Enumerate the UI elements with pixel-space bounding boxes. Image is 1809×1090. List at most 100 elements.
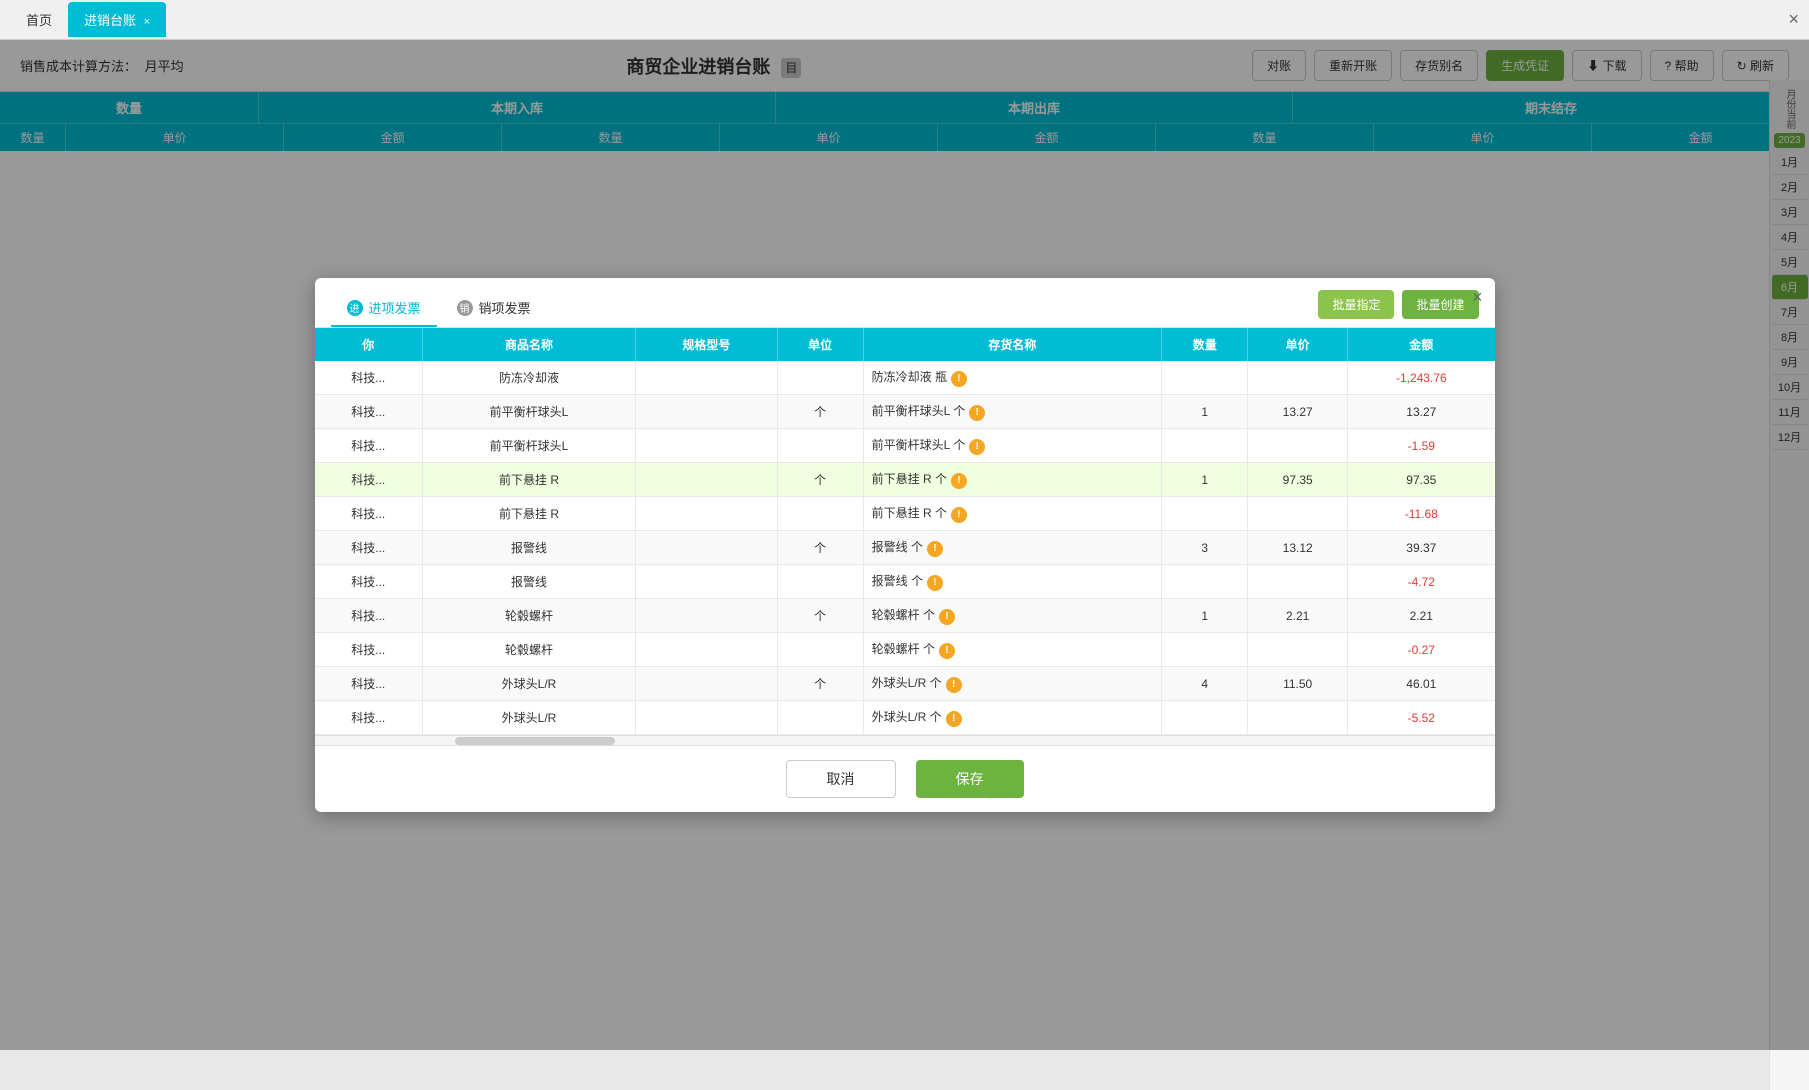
cell-spec [635,667,777,701]
col-header-unit: 单位 [777,328,863,361]
table-row: 科技...外球头L/R外球头L/R 个!-5.52 [315,701,1495,735]
table-row: 科技...防冻冷却液防冻冷却液 瓶!-1,243.76 [315,361,1495,395]
cell-inventory: 前平衡杆球头L 个! [863,395,1162,429]
horizontal-scrollbar[interactable] [315,735,1495,745]
col-header-qty: 数量 [1162,328,1248,361]
cell-qty [1162,565,1248,599]
outbound-invoice-icon: 销 [457,300,473,316]
dialog-header-actions: 批量指定 批量创建 [1318,290,1478,327]
warning-icon: ! [946,711,962,727]
cell-unit-price [1248,701,1348,735]
cell-unit-price [1248,565,1348,599]
cell-unit-price [1248,497,1348,531]
cell-inventory: 轮毂螺杆 个! [863,599,1162,633]
cell-spec [635,565,777,599]
cell-company: 科技... [315,429,423,463]
cell-amount: 97.35 [1348,463,1495,497]
dialog-close-icon[interactable]: × [1472,288,1483,306]
window-close-icon[interactable]: × [1788,9,1799,30]
cell-unit-price: 97.35 [1248,463,1348,497]
cell-amount: -0.27 [1348,633,1495,667]
cell-product: 报警线 [423,531,636,565]
cell-product: 前下悬挂 R [423,463,636,497]
cell-product: 报警线 [423,565,636,599]
cell-product: 前平衡杆球头L [423,395,636,429]
cell-unit [777,565,863,599]
cell-inventory: 前平衡杆球头L 个! [863,429,1162,463]
scrollbar-thumb[interactable] [455,737,615,745]
cell-unit-price [1248,361,1348,395]
save-button[interactable]: 保存 [916,760,1024,798]
cell-inventory: 防冻冷却液 瓶! [863,361,1162,395]
cell-amount: 39.37 [1348,531,1495,565]
cell-company: 科技... [315,531,423,565]
cell-company: 科技... [315,463,423,497]
cell-qty: 3 [1162,531,1248,565]
cell-unit: 个 [777,667,863,701]
col-header-product: 商品名称 [423,328,636,361]
cell-spec [635,429,777,463]
cell-product: 前平衡杆球头L [423,429,636,463]
table-row: 科技...报警线 个报警线 个!313.1239.37 [315,531,1495,565]
cell-company: 科技... [315,599,423,633]
cell-company: 科技... [315,633,423,667]
cell-qty [1162,701,1248,735]
cell-company: 科技... [315,565,423,599]
invoice-dialog: 进 进项发票 销 销项发票 批量指定 批量创建 × 你 [315,278,1495,812]
cell-unit [777,701,863,735]
tab-inbound-invoice[interactable]: 进 进项发票 [331,290,437,327]
dialog-footer: 取消 保存 [315,745,1495,812]
cell-qty: 1 [1162,463,1248,497]
tab-outbound-invoice[interactable]: 销 销项发票 [441,290,547,327]
dialog-table: 你 商品名称 规格型号 单位 存货名称 数量 单价 金额 科技...防冻冷却液防… [315,328,1495,735]
cell-amount: -1,243.76 [1348,361,1495,395]
cell-amount: 13.27 [1348,395,1495,429]
cell-unit [777,429,863,463]
cell-qty: 1 [1162,395,1248,429]
cell-spec [635,395,777,429]
warning-icon: ! [946,677,962,693]
cell-unit-price: 11.50 [1248,667,1348,701]
batch-create-button[interactable]: 批量创建 [1402,290,1478,319]
table-row: 科技...外球头L/R个外球头L/R 个!411.5046.01 [315,667,1495,701]
cell-amount: -1.59 [1348,429,1495,463]
cell-qty [1162,429,1248,463]
cell-amount: -11.68 [1348,497,1495,531]
table-row: 科技...前下悬挂 R个前下悬挂 R 个!197.3597.35 [315,463,1495,497]
warning-icon: ! [927,575,943,591]
cell-inventory: 报警线 个! [863,565,1162,599]
warning-icon: ! [939,643,955,659]
tab-ledger[interactable]: 进销台账 × [68,2,166,37]
cell-unit [777,361,863,395]
cell-company: 科技... [315,497,423,531]
cell-product: 轮毂螺杆 [423,633,636,667]
cell-inventory: 前下悬挂 R 个! [863,497,1162,531]
cell-unit: 个 [777,395,863,429]
batch-assign-button[interactable]: 批量指定 [1318,290,1394,319]
cell-unit-price: 13.12 [1248,531,1348,565]
table-row: 科技...前下悬挂 R 前下悬挂 R 个! -11.68 [315,497,1495,531]
cell-unit: 个 [777,531,863,565]
cell-company: 科技... [315,667,423,701]
cell-product: 前下悬挂 R [423,497,636,531]
tab-close-icon[interactable]: × [144,16,150,28]
cell-qty [1162,633,1248,667]
cell-inventory: 外球头L/R 个! [863,701,1162,735]
cancel-button[interactable]: 取消 [786,760,896,798]
warning-icon: ! [951,473,967,489]
cell-unit-price: 2.21 [1248,599,1348,633]
cell-product: 防冻冷却液 [423,361,636,395]
warning-icon: ! [927,541,943,557]
cell-inventory: 外球头L/R 个! [863,667,1162,701]
cell-inventory: 报警线 个! [863,531,1162,565]
modal-overlay: 进 进项发票 销 销项发票 批量指定 批量创建 × 你 [0,40,1809,1050]
tab-bar: 首页 进销台账 × × [0,0,1809,40]
cell-qty: 1 [1162,599,1248,633]
cell-company: 科技... [315,701,423,735]
tab-home[interactable]: 首页 [10,2,68,37]
warning-icon: ! [969,439,985,455]
cell-amount: 46.01 [1348,667,1495,701]
cell-spec [635,633,777,667]
cell-spec [635,531,777,565]
col-header-amount: 金额 [1348,328,1495,361]
